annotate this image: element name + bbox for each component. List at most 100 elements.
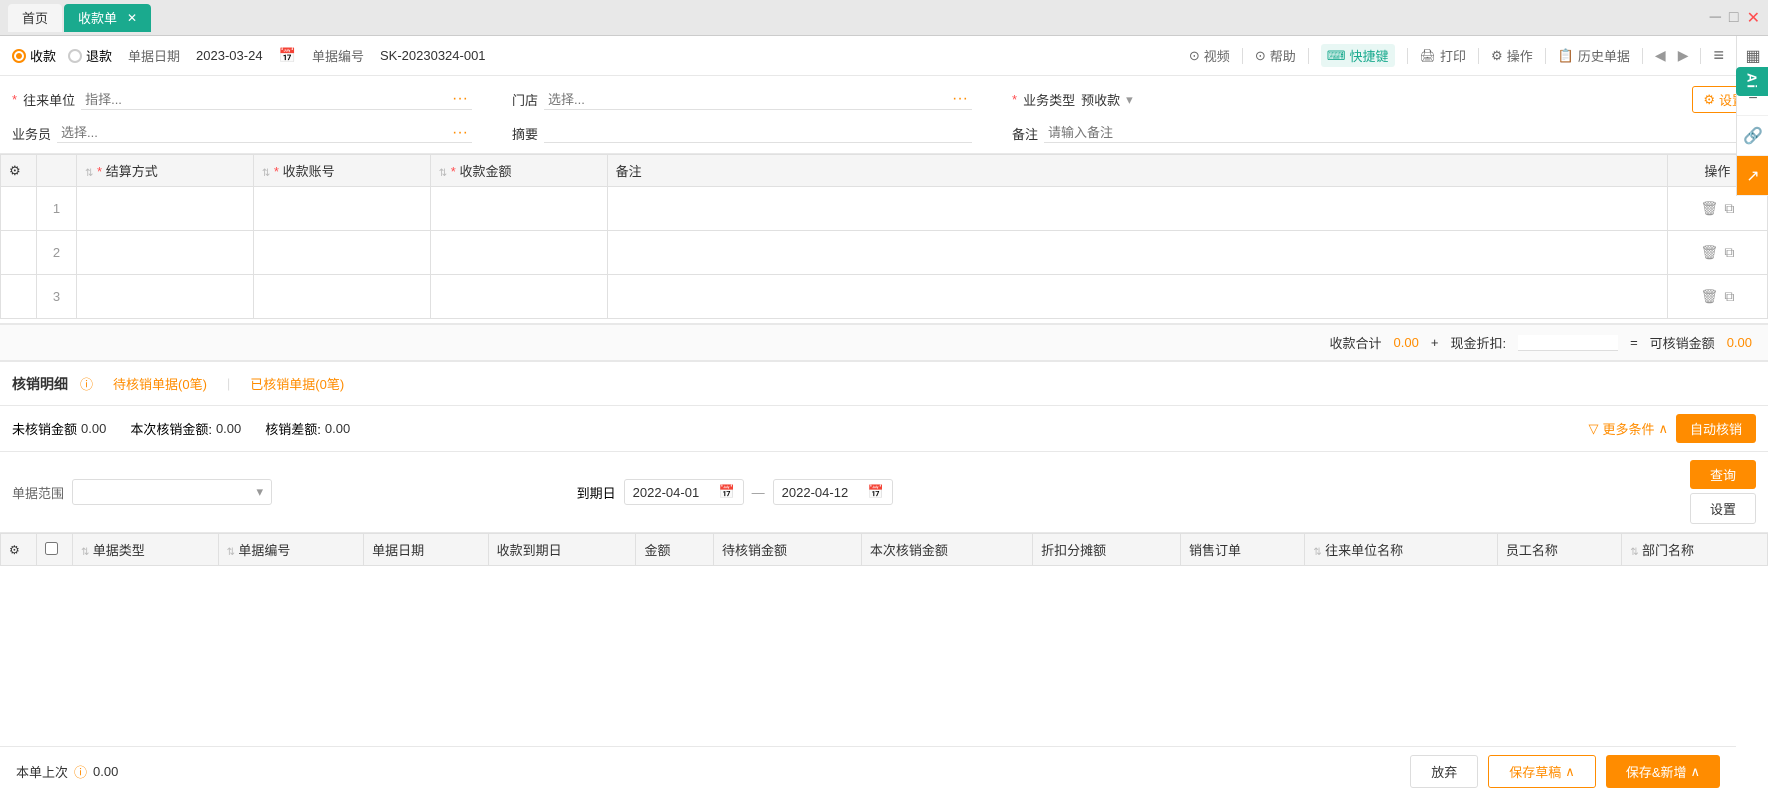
footer-value: 0.00	[93, 764, 118, 779]
row3-delete-icon[interactable]: 🗑	[1701, 288, 1719, 305]
counterpart-input[interactable]	[81, 90, 448, 109]
row1-settlement[interactable]	[77, 187, 254, 231]
setting-button2[interactable]: 设置	[1690, 493, 1756, 524]
counterpart-more-icon[interactable]: ···	[448, 90, 472, 108]
operations-action[interactable]: ⚙ 操作	[1491, 46, 1533, 65]
row2-settlement[interactable]	[77, 231, 254, 275]
number-value[interactable]: SK-20230324-001	[380, 48, 486, 63]
help-icon: ⊙	[1255, 48, 1266, 64]
cal2-icon: 📅	[867, 484, 883, 500]
divider1	[1242, 48, 1243, 64]
nav-prev-icon[interactable]: ◀	[1655, 47, 1666, 64]
row2-notes[interactable]	[607, 231, 1667, 275]
ai-button[interactable]: Ai	[1736, 67, 1768, 96]
row3-amount[interactable]	[430, 275, 607, 319]
sales-more-icon[interactable]: ···	[448, 124, 472, 142]
abstract-input[interactable]	[544, 123, 972, 142]
range-select[interactable]: ▾	[72, 479, 272, 505]
save-draft-label: 保存草稿	[1509, 762, 1561, 781]
hx-title: 核销明细	[12, 374, 68, 394]
row2-copy-icon[interactable]: ⧉	[1724, 244, 1734, 261]
radio-refund[interactable]: 退款	[68, 46, 112, 65]
row3-account[interactable]	[253, 275, 430, 319]
history-action[interactable]: 📋 历史单据	[1558, 46, 1630, 65]
nav-next-icon[interactable]: ▶	[1678, 47, 1689, 64]
btype-dropdown-icon[interactable]: ▾	[1126, 92, 1133, 108]
bt-col-dept: ⇅ 部门名称	[1622, 534, 1768, 566]
date-to-input[interactable]: 2022-04-12 📅	[773, 479, 893, 505]
minimize-icon[interactable]: ─	[1710, 9, 1721, 27]
up-icon: ∧	[1658, 421, 1668, 437]
window-close-icon[interactable]: ✕	[1747, 8, 1760, 28]
business-type-field: * 业务类型 预收款 ▾	[1012, 90, 1684, 109]
row1-copy-icon[interactable]: ⧉	[1724, 200, 1734, 217]
tab-receipt[interactable]: 收款单 ✕	[64, 4, 151, 32]
btype-required: *	[1012, 92, 1017, 107]
row2-account[interactable]	[253, 231, 430, 275]
counterpart-required: *	[12, 92, 17, 107]
cal1-icon: 📅	[718, 484, 734, 500]
sales-rep-input[interactable]	[57, 123, 448, 142]
summary-row: 收款合计 0.00 + 现金折扣: = 可核销金额 0.00	[0, 324, 1768, 360]
bt-col-gear[interactable]: ⚙	[1, 534, 37, 566]
row3-copy-icon[interactable]: ⧉	[1724, 288, 1734, 305]
row1-account[interactable]	[253, 187, 430, 231]
shortcut-action[interactable]: ⌨ 快捷键	[1321, 44, 1395, 67]
discount-label: 现金折扣:	[1450, 333, 1506, 352]
row2-amount[interactable]	[430, 231, 607, 275]
layout-list-icon[interactable]: ≡	[1713, 45, 1724, 66]
bottom-table-area: ⚙ ⇅ 单据类型 ⇅ 单据编号	[0, 533, 1768, 566]
more-filter-btn[interactable]: ▽ 更多条件 ∧	[1588, 419, 1668, 438]
save-draft-button[interactable]: 保存草稿 ∧	[1488, 755, 1596, 788]
radio-refund-dot	[68, 49, 82, 63]
unclaimed-stat: 未核销金额 0.00	[12, 419, 106, 438]
col-gear[interactable]: ⚙	[1, 155, 37, 187]
help-action[interactable]: ⊙ 帮助	[1255, 46, 1296, 65]
close-tab-icon[interactable]: ✕	[127, 11, 137, 25]
table-header-row: ⚙ ⇅ * 结算方式 ⇅ * 收款账号 ⇅	[1, 155, 1768, 187]
window-controls: ─ □ ✕	[1710, 8, 1760, 28]
number-label: 单据编号	[312, 46, 364, 65]
row1-delete-icon[interactable]: 🗑	[1701, 200, 1719, 217]
date-from-input[interactable]: 2022-04-01 📅	[624, 479, 744, 505]
radio-receipt[interactable]: 收款	[12, 46, 56, 65]
save-new-button[interactable]: 保存&新增 ∧	[1606, 755, 1720, 788]
print-action[interactable]: 🖨 打印	[1420, 46, 1467, 65]
footer-info-icon[interactable]: ⓘ	[74, 762, 87, 781]
tab-home[interactable]: 首页	[8, 4, 62, 32]
row3-notes[interactable]	[607, 275, 1667, 319]
counterpart-label: 往来单位	[23, 90, 75, 109]
row1-notes[interactable]	[607, 187, 1667, 231]
panel-cursor-icon[interactable]: ↗	[1737, 156, 1768, 196]
query-button[interactable]: 查询	[1690, 460, 1756, 489]
bt-col-discount: 折扣分摊额	[1033, 534, 1181, 566]
select-all-checkbox[interactable]	[45, 542, 58, 555]
store-more-icon[interactable]: ···	[948, 90, 972, 108]
calendar-icon[interactable]: 📅	[279, 47, 296, 64]
hx-pending-tab[interactable]: 待核销单据(0笔)	[105, 372, 215, 395]
row2-op: 🗑 ⧉	[1667, 231, 1767, 275]
row2-delete-icon[interactable]: 🗑	[1701, 244, 1719, 261]
auto-clear-button[interactable]: 自动核销	[1676, 414, 1756, 443]
footer-buttons: 放弃 保存草稿 ∧ 保存&新增 ∧	[1410, 755, 1720, 788]
hx-info-icon[interactable]: ⓘ	[80, 374, 93, 393]
row3-num: 3	[37, 275, 77, 319]
video-action[interactable]: ⊙ 视频	[1189, 46, 1230, 65]
panel-link-icon[interactable]: 🔗	[1737, 116, 1768, 156]
date-value[interactable]: 2023-03-24	[196, 48, 263, 63]
discount-input[interactable]	[1518, 335, 1618, 351]
store-input[interactable]	[544, 90, 948, 109]
col-settlement: ⇅ * 结算方式	[77, 155, 254, 187]
tab-divider: |	[227, 376, 230, 391]
available-value: 0.00	[1727, 335, 1752, 350]
total-value: 0.00	[1394, 335, 1419, 350]
abandon-button[interactable]: 放弃	[1410, 755, 1478, 788]
col-notes: 备注	[607, 155, 1667, 187]
maximize-icon[interactable]: □	[1729, 9, 1739, 27]
hx-done-tab[interactable]: 已核销单据(0笔)	[242, 372, 352, 395]
toolbar: 收款 退款 单据日期 2023-03-24 📅 单据编号 SK-20230324…	[0, 36, 1768, 76]
save-arrow-icon: ∧	[1690, 764, 1700, 780]
row3-settlement[interactable]	[77, 275, 254, 319]
notes-input[interactable]	[1044, 123, 1756, 142]
row1-amount[interactable]	[430, 187, 607, 231]
